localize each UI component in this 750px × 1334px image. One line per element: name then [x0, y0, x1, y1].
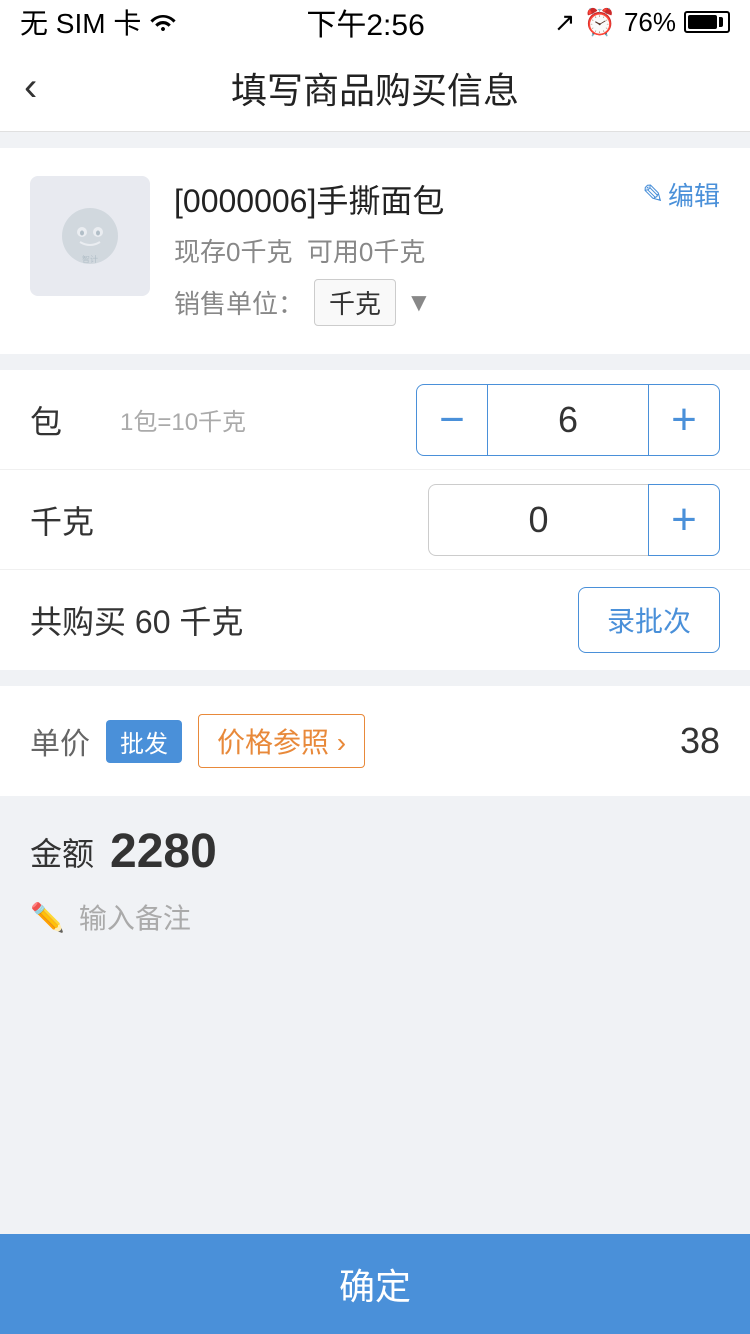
price-row: 单价 批发 价格参照 › 38 [30, 714, 720, 768]
edit-label: 编辑 [668, 176, 720, 213]
package-input[interactable] [488, 384, 648, 456]
package-section: 包 1包=10千克 − + 千克 + 共购买 60 千克 录批次 [0, 370, 750, 670]
location-icon: ↗ [554, 7, 576, 38]
product-card: 智计 [0000006]手撕面包 ✎ 编辑 现存0千克 可用0千克 销售单位： … [0, 148, 750, 354]
amount-label: 金额 [30, 829, 94, 875]
amount-section: 金额 2280 ✏️ 输入备注 [0, 796, 750, 957]
alarm-icon: ⏰ [584, 7, 616, 38]
product-info: [0000006]手撕面包 ✎ 编辑 现存0千克 可用0千克 销售单位： 千克 … [174, 176, 720, 326]
product-image: 智计 [30, 176, 150, 296]
unit-label: 销售单位： [174, 284, 304, 321]
confirm-button[interactable]: 确定 [0, 1234, 750, 1334]
price-section: 单价 批发 价格参照 › 38 [0, 686, 750, 796]
status-time: 下午2:56 [306, 0, 424, 44]
kilogram-increment-button[interactable]: + [648, 484, 720, 556]
product-stock: 现存0千克 可用0千克 [174, 232, 720, 269]
amount-value: 2280 [110, 824, 217, 879]
product-name: [0000006]手撕面包 [174, 176, 444, 222]
nav-bar: ‹ 填写商品购买信息 [0, 44, 750, 132]
product-unit-row: 销售单位： 千克 ▼ [174, 279, 720, 326]
total-row: 共购买 60 千克 录批次 [0, 570, 750, 670]
carrier-text: 无 SIM 卡 [20, 2, 141, 42]
status-left: 无 SIM 卡 [20, 2, 177, 42]
edit-icon: ✎ [642, 179, 664, 210]
kilogram-row: 千克 + [0, 470, 750, 570]
package-decrement-button[interactable]: − [416, 384, 488, 456]
price-label: 单价 [30, 719, 90, 763]
package-sublabel: 1包=10千克 [120, 402, 416, 437]
wifi-icon [149, 6, 177, 38]
kilogram-stepper: + [428, 484, 720, 556]
package-row: 包 1包=10千克 − + [0, 370, 750, 470]
product-logo-icon: 智计 [60, 206, 120, 266]
amount-row: 金额 2280 [30, 824, 720, 879]
note-placeholder: 输入备注 [79, 897, 191, 937]
kilogram-label: 千克 [30, 497, 110, 543]
kilogram-input[interactable] [428, 484, 648, 556]
package-increment-button[interactable]: + [648, 384, 720, 456]
note-row[interactable]: ✏️ 输入备注 [30, 897, 720, 937]
battery-icon [684, 11, 730, 33]
edit-button[interactable]: ✎ 编辑 [642, 176, 720, 213]
pencil-icon: ✏️ [30, 901, 65, 934]
package-label: 包 [30, 397, 110, 443]
unit-dropdown-icon: ▼ [406, 287, 432, 318]
batch-button[interactable]: 录批次 [578, 587, 720, 653]
back-button[interactable]: ‹ [24, 65, 37, 110]
package-stepper: − + [416, 384, 720, 456]
price-value: 38 [680, 720, 720, 762]
total-label: 共购买 60 千克 [30, 597, 578, 643]
status-bar: 无 SIM 卡 下午2:56 ↗ ⏰ 76% [0, 0, 750, 44]
status-right: ↗ ⏰ 76% [554, 7, 730, 38]
price-tag: 批发 [106, 720, 182, 763]
price-reference-button[interactable]: 价格参照 › [198, 714, 365, 768]
page-title: 填写商品购买信息 [231, 62, 519, 114]
main-content: 智计 [0000006]手撕面包 ✎ 编辑 现存0千克 可用0千克 销售单位： … [0, 148, 750, 1077]
svg-text:智计: 智计 [82, 254, 98, 264]
unit-select[interactable]: 千克 [314, 279, 396, 326]
battery-percent: 76% [624, 7, 676, 38]
